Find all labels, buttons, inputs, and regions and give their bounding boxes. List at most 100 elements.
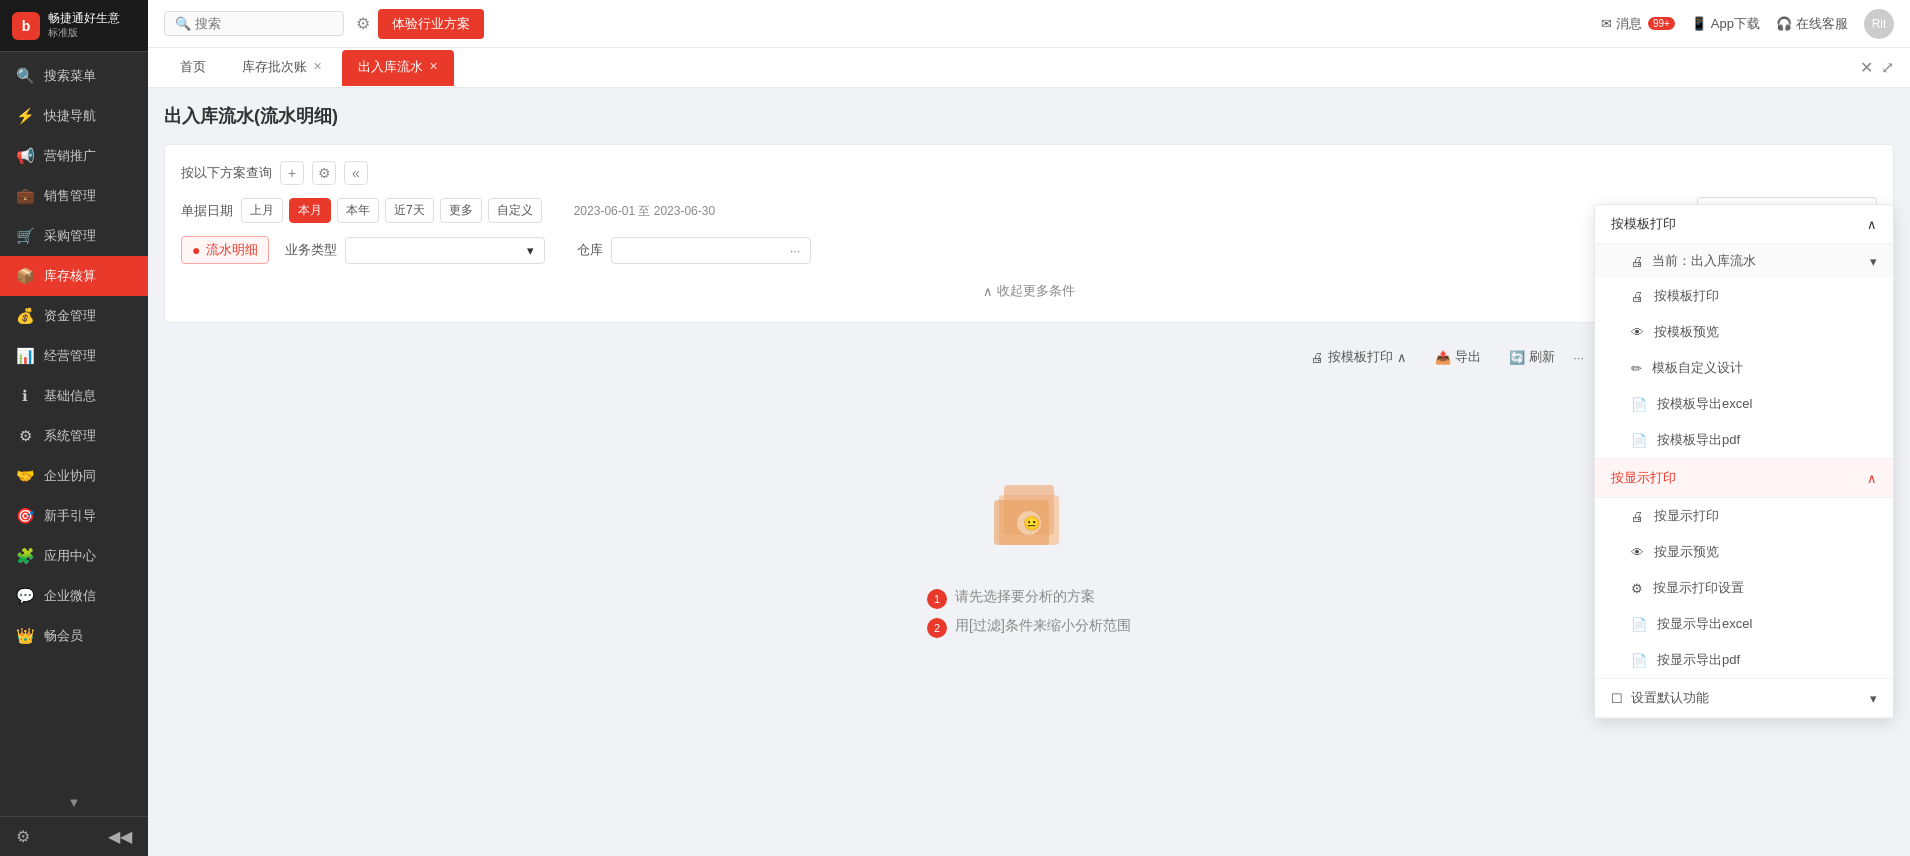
dropdown-item-display-preview[interactable]: 👁 按显示预览 (1595, 534, 1893, 570)
date-btn-7days[interactable]: 近7天 (385, 198, 434, 223)
app-download-button[interactable]: 📱 App下载 (1691, 15, 1760, 33)
sidebar-item-label: 经营管理 (44, 347, 96, 365)
date-btn-this-month[interactable]: 本月 (289, 198, 331, 223)
dropdown-item-template-print[interactable]: 🖨 按模板打印 (1595, 278, 1893, 314)
refresh-label: 刷新 (1529, 348, 1555, 366)
empty-illustration: 😐 (979, 465, 1079, 568)
display-settings-label: 按显示打印设置 (1653, 579, 1744, 597)
filter-add-button[interactable]: + (280, 161, 304, 185)
dropdown-default-func[interactable]: ☐ 设置默认功能 ▾ (1595, 679, 1893, 718)
sidebar-item-operations[interactable]: 📊 经营管理 (0, 336, 148, 376)
sidebar-item-finance[interactable]: 💰 资金管理 (0, 296, 148, 336)
sidebar-item-wechat[interactable]: 💬 企业微信 (0, 576, 148, 616)
sidebar-item-guide[interactable]: 🎯 新手引导 (0, 496, 148, 536)
app-logo-icon: b (12, 12, 40, 40)
headphone-icon: 🎧 (1776, 16, 1792, 31)
sidebar-item-vip[interactable]: 👑 畅会员 (0, 616, 148, 656)
filter-date-range-container: 2023-06-01 至 2023-06-30 (574, 201, 715, 220)
date-label: 单据日期 (181, 202, 233, 220)
display-print-icon: 🖨 (1631, 509, 1644, 524)
sidebar-item-label: 企业协同 (44, 467, 96, 485)
date-btn-more[interactable]: 更多 (440, 198, 482, 223)
message-button[interactable]: ✉ 消息 99+ (1601, 15, 1675, 33)
template-custom-label: 模板自定义设计 (1652, 359, 1743, 377)
tab-home[interactable]: 首页 (164, 50, 222, 86)
date-btn-this-year[interactable]: 本年 (337, 198, 379, 223)
sidebar-scroll-down[interactable]: ▼ (0, 789, 148, 816)
sidebar-bottom: ⚙ ◀◀ (0, 816, 148, 856)
sidebar-item-purchase[interactable]: 🛒 采购管理 (0, 216, 148, 256)
app-name: 畅捷通好生意 (48, 11, 120, 27)
main-content: 🔍 ⚙ 体验行业方案 ✉ 消息 99+ 📱 App下载 🎧 在线客服 Rit (148, 0, 1910, 856)
dropdown-item-template-custom[interactable]: ✏ 模板自定义设计 (1595, 350, 1893, 386)
vip-icon: 👑 (16, 627, 34, 645)
warehouse-more-icon[interactable]: ··· (790, 243, 801, 258)
biztype-select[interactable]: ▾ (345, 237, 545, 264)
dropdown-item-display-pdf[interactable]: 📄 按显示导出pdf (1595, 642, 1893, 678)
tab-flow[interactable]: 出入库流水 ✕ (342, 50, 454, 86)
date-btn-custom[interactable]: 自定义 (488, 198, 542, 223)
sidebar-item-shortcut[interactable]: ⚡ 快捷导航 (0, 96, 148, 136)
display-pdf-label: 按显示导出pdf (1657, 651, 1740, 669)
sales-icon: 💼 (16, 187, 34, 205)
sidebar-item-sales[interactable]: 💼 销售管理 (0, 176, 148, 216)
tab-maximize-icon[interactable]: ⤢ (1881, 58, 1894, 77)
search-icon: 🔍 (16, 67, 34, 85)
tab-batch-close[interactable]: ✕ (313, 60, 322, 73)
filter-settings-button[interactable]: ⚙ (312, 161, 336, 185)
template-custom-icon: ✏ (1631, 361, 1642, 376)
message-label: 消息 (1616, 15, 1642, 33)
search-input[interactable] (195, 16, 315, 31)
display-settings-icon: ⚙ (1631, 581, 1643, 596)
more-options-icon[interactable]: ··· (1573, 350, 1584, 365)
filter-label: 按以下方案查询 (181, 164, 272, 182)
sidebar-item-basic[interactable]: ℹ 基础信息 (0, 376, 148, 416)
display-section-arrow: ∧ (1867, 471, 1877, 486)
warehouse-select[interactable]: ··· (611, 237, 811, 264)
filter-chip-liushui[interactable]: ● 流水明细 (181, 236, 269, 264)
online-service-button[interactable]: 🎧 在线客服 (1776, 15, 1848, 33)
search-icon: 🔍 (175, 16, 191, 31)
topbar-gear-icon[interactable]: ⚙ (356, 14, 370, 33)
dropdown-header[interactable]: 按模板打印 ∧ (1595, 205, 1893, 244)
tab-close-all-icon[interactable]: ✕ (1860, 58, 1873, 77)
sidebar-item-system[interactable]: ⚙ 系统管理 (0, 416, 148, 456)
template-preview-label: 按模板预览 (1654, 323, 1719, 341)
print-template-button[interactable]: 🖨 按模板打印 ∧ (1301, 343, 1417, 371)
dropdown-item-template-preview[interactable]: 👁 按模板预览 (1595, 314, 1893, 350)
sidebar-collapse-icon[interactable]: ◀◀ (108, 827, 132, 846)
print-up-icon: ∧ (1397, 350, 1407, 365)
user-avatar[interactable]: Rit (1864, 9, 1894, 39)
filter-collapse-button[interactable]: « (344, 161, 368, 185)
trial-button[interactable]: 体验行业方案 (378, 9, 484, 39)
export-button[interactable]: 📤 导出 (1425, 343, 1491, 371)
tab-batch[interactable]: 库存批次账 ✕ (226, 50, 338, 86)
search-box[interactable]: 🔍 (164, 11, 344, 36)
dropdown-up-icon: ∧ (1867, 217, 1877, 232)
dropdown-current-label[interactable]: 🖨 当前：出入库流水 ▾ (1595, 244, 1893, 278)
step-2-text: 用[过滤]条件来缩小分析范围 (955, 617, 1131, 635)
dropdown-item-template-pdf[interactable]: 📄 按模板导出pdf (1595, 422, 1893, 458)
export-label: 导出 (1455, 348, 1481, 366)
marketing-icon: 📢 (16, 147, 34, 165)
dropdown-display-header[interactable]: 按显示打印 ∧ (1595, 459, 1893, 498)
dropdown-item-display-print[interactable]: 🖨 按显示打印 (1595, 498, 1893, 534)
tabbar: 首页 库存批次账 ✕ 出入库流水 ✕ ✕ ⤢ (148, 48, 1910, 88)
sidebar-item-label: 基础信息 (44, 387, 96, 405)
sidebar-item-marketing[interactable]: 📢 营销推广 (0, 136, 148, 176)
sidebar-item-apps[interactable]: 🧩 应用中心 (0, 536, 148, 576)
sidebar-item-inventory[interactable]: 📦 库存核算 (0, 256, 148, 296)
sidebar-item-cooperation[interactable]: 🤝 企业协同 (0, 456, 148, 496)
dropdown-item-display-settings[interactable]: ⚙ 按显示打印设置 (1595, 570, 1893, 606)
sidebar-settings-icon[interactable]: ⚙ (16, 827, 30, 846)
step-2-num: 2 (927, 618, 947, 638)
default-func-label: 设置默认功能 (1631, 689, 1709, 707)
refresh-button[interactable]: 🔄 刷新 (1499, 343, 1565, 371)
tab-flow-close[interactable]: ✕ (429, 60, 438, 73)
sidebar-item-search[interactable]: 🔍 搜索菜单 (0, 56, 148, 96)
dropdown-item-display-excel[interactable]: 📄 按显示导出excel (1595, 606, 1893, 642)
shortcut-icon: ⚡ (16, 107, 34, 125)
dropdown-item-template-excel[interactable]: 📄 按模板导出excel (1595, 386, 1893, 422)
sidebar-nav: 🔍 搜索菜单 ⚡ 快捷导航 📢 营销推广 💼 销售管理 🛒 采购管理 📦 库存核… (0, 52, 148, 789)
date-btn-last-month[interactable]: 上月 (241, 198, 283, 223)
